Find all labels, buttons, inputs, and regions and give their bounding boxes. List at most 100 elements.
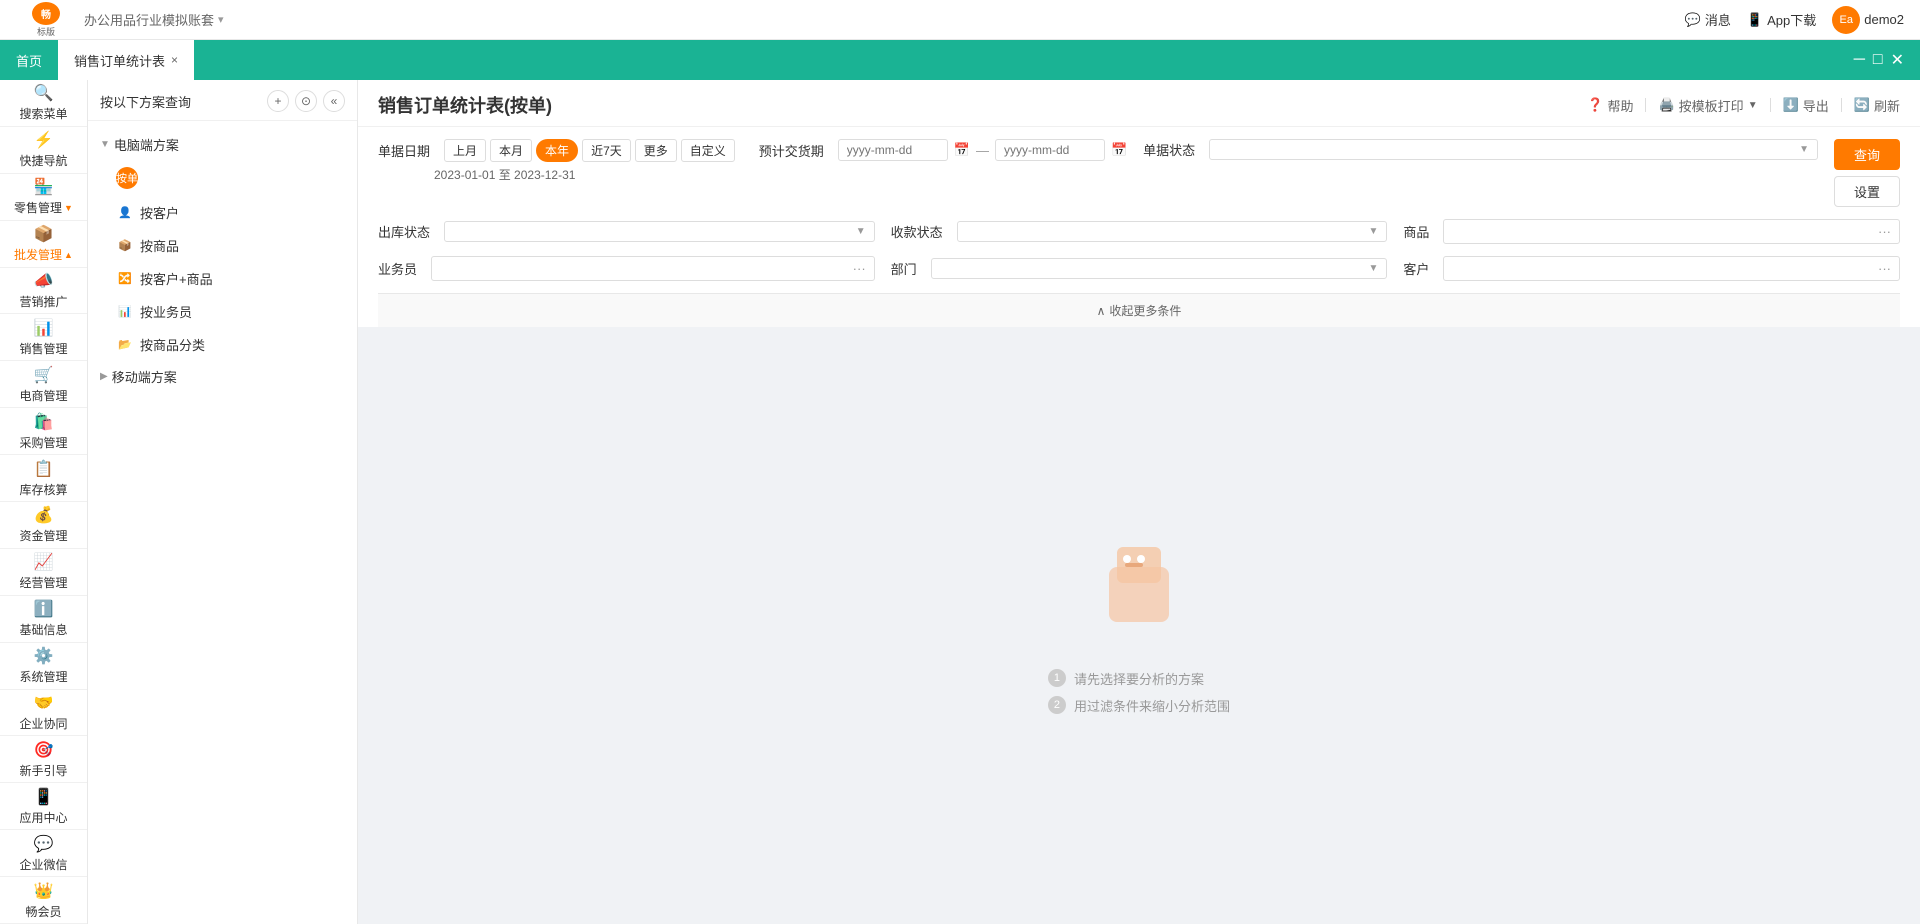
salesperson-select[interactable]: ···: [431, 256, 875, 281]
sidebar-item-retail[interactable]: 🏪 零售管理 ▼: [0, 174, 87, 221]
empty-step-2: 2 用过滤条件来缩小分析范围: [1048, 696, 1230, 715]
tab-sales-order-stats[interactable]: 销售订单统计表 ×: [58, 40, 194, 80]
add-scheme-btn[interactable]: +: [267, 90, 289, 112]
refresh-btn[interactable]: 🔄 刷新: [1854, 96, 1900, 115]
wholesale-icon: 📦: [34, 224, 54, 244]
empty-steps: 1 请先选择要分析的方案 2 用过滤条件来缩小分析范围: [1048, 669, 1230, 715]
sidebar-item-sales[interactable]: 📊 销售管理: [0, 314, 87, 361]
content-inner: 按以下方案查询 + ⊙ « ▼ 电脑端方案: [88, 80, 1920, 924]
department-arrow-icon: ▼: [1368, 263, 1378, 274]
sidebar-item-wholesale[interactable]: 📦 批发管理 ▲: [0, 221, 87, 268]
sidebar-item-ecommerce[interactable]: 🛒 电商管理: [0, 361, 87, 408]
active-badge: 按单: [116, 167, 138, 189]
customer-more-dots[interactable]: ···: [1878, 261, 1891, 276]
export-btn[interactable]: ⬇️ 导出: [1783, 96, 1829, 115]
retail-arrow-icon: ▼: [64, 203, 73, 213]
date-btn-custom[interactable]: 自定义: [681, 139, 735, 162]
sidebar-item-new-guide[interactable]: 🎯 新手引导: [0, 736, 87, 783]
sidebar-item-app-center[interactable]: 📱 应用中心: [0, 783, 87, 830]
tree-item-by-customer[interactable]: 👤 按客户: [88, 196, 357, 229]
tab-home[interactable]: 首页: [0, 40, 58, 80]
collapse-up-icon: ∧: [1097, 304, 1106, 318]
tree-item-by-order[interactable]: 按单: [88, 160, 357, 196]
sidebar-item-cooperation[interactable]: 🤝 企业协同: [0, 690, 87, 737]
sidebar-item-inventory[interactable]: 📋 库存核算: [0, 455, 87, 502]
sidebar-item-finance[interactable]: 💰 资金管理: [0, 502, 87, 549]
refresh-icon: 🔄: [1854, 97, 1870, 113]
sidebar-item-basic-info[interactable]: ℹ️ 基础信息: [0, 596, 87, 643]
membership-icon: 👑: [34, 881, 54, 901]
sidebar-item-search-menu[interactable]: 🔍 搜索菜单: [0, 80, 87, 127]
sidebar-item-membership[interactable]: 👑 畅会员: [0, 877, 87, 924]
basic-info-icon: ℹ️: [34, 599, 54, 619]
phone-icon: 📱: [1747, 12, 1763, 28]
app-download-btn[interactable]: 📱 App下载: [1747, 10, 1816, 29]
tree-item-by-salesperson[interactable]: 📊 按业务员: [88, 295, 357, 328]
query-btn[interactable]: 查询: [1834, 139, 1900, 170]
salesperson-label: 业务员: [378, 259, 417, 278]
department-select[interactable]: ▼: [931, 258, 1388, 279]
sidebar-item-system[interactable]: ⚙️ 系统管理: [0, 643, 87, 690]
date-btn-this-year[interactable]: 本年: [536, 139, 578, 162]
customer-select[interactable]: ···: [1443, 256, 1900, 281]
collapse-panel-btn[interactable]: «: [323, 90, 345, 112]
minimize-btn[interactable]: ─: [1854, 51, 1865, 69]
right-panel: 销售订单统计表(按单) ❓ 帮助 🖨️ 按模板打印 ▼: [358, 80, 1920, 924]
delivery-date-end[interactable]: [995, 139, 1105, 161]
date-btn-more[interactable]: 更多: [635, 139, 677, 162]
sales-icon: 📊: [34, 318, 54, 338]
status-select[interactable]: ▼: [1209, 139, 1818, 160]
tab-close-btn[interactable]: ×: [171, 53, 178, 67]
divider2: [1770, 98, 1771, 112]
maximize-btn[interactable]: □: [1873, 51, 1883, 69]
out-status-select[interactable]: ▼: [444, 221, 875, 242]
collapse-filter-btn[interactable]: ∧ 收起更多条件: [378, 293, 1900, 327]
date-range-display: 2023-01-01 至 2023-12-31: [434, 166, 575, 183]
message-btn[interactable]: 💬 消息: [1685, 10, 1731, 29]
user-menu[interactable]: Ea demo2: [1832, 6, 1904, 34]
sidebar-item-enterprise-wechat[interactable]: 💬 企业微信: [0, 830, 87, 877]
quick-nav-icon: ⚡: [34, 130, 54, 150]
scheme-settings-btn[interactable]: ⊙: [295, 90, 317, 112]
tree-group-mobile[interactable]: ▶ 移动端方案: [88, 361, 357, 392]
expand-icon: ▼: [100, 139, 110, 150]
sidebar-item-operations[interactable]: 📈 经营管理: [0, 549, 87, 596]
logo-circle: 畅: [32, 2, 60, 25]
out-status-label: 出库状态: [378, 222, 430, 241]
wholesale-arrow-icon: ▲: [64, 250, 73, 260]
sidebar-item-marketing[interactable]: 📣 营销推广: [0, 268, 87, 315]
scheme-tree: ▼ 电脑端方案 按单 👤 按客户 📦 按商: [88, 121, 357, 400]
product-more-dots[interactable]: ···: [1878, 224, 1891, 239]
system-icon: ⚙️: [34, 646, 54, 666]
message-icon: 💬: [1685, 12, 1701, 28]
purchase-icon: 🛍️: [34, 412, 54, 432]
date-btn-7days[interactable]: 近7天: [582, 139, 631, 162]
cal-icon-start: 📅: [954, 142, 970, 158]
tree-item-by-product[interactable]: 📦 按商品: [88, 229, 357, 262]
logo-text: 标版: [37, 25, 55, 38]
divider1: [1645, 98, 1646, 112]
product-filter-select[interactable]: ···: [1443, 219, 1900, 244]
salesperson-more-dots[interactable]: ···: [853, 261, 866, 276]
marketing-icon: 📣: [34, 271, 54, 291]
delivery-date-start[interactable]: [838, 139, 948, 161]
sidebar-item-quick-nav[interactable]: ⚡ 快捷导航: [0, 127, 87, 174]
empty-step-1: 1 请先选择要分析的方案: [1048, 669, 1230, 688]
sidebar-item-purchase[interactable]: 🛍️ 采购管理: [0, 408, 87, 455]
payment-status-select[interactable]: ▼: [957, 221, 1388, 242]
tree-item-by-customer-product-icon: 🔀: [116, 270, 134, 288]
settings-btn[interactable]: 设置: [1834, 176, 1900, 207]
cooperation-icon: 🤝: [34, 693, 54, 713]
help-icon: ❓: [1587, 97, 1603, 113]
help-btn[interactable]: ❓ 帮助: [1587, 96, 1633, 115]
date-btn-this-month[interactable]: 本月: [490, 139, 532, 162]
app-title[interactable]: 办公用品行业模拟账套 ▾: [84, 10, 224, 29]
tree-item-by-product-category[interactable]: 📂 按商品分类: [88, 328, 357, 361]
finance-icon: 💰: [34, 505, 54, 525]
tree-group-pc[interactable]: ▼ 电脑端方案: [88, 129, 357, 160]
tree-item-by-customer-icon: 👤: [116, 204, 134, 222]
date-btn-last-month[interactable]: 上月: [444, 139, 486, 162]
template-print-btn[interactable]: 🖨️ 按模板打印 ▼: [1658, 96, 1757, 115]
tree-item-by-customer-product[interactable]: 🔀 按客户+商品: [88, 262, 357, 295]
close-window-btn[interactable]: ✕: [1891, 50, 1904, 70]
